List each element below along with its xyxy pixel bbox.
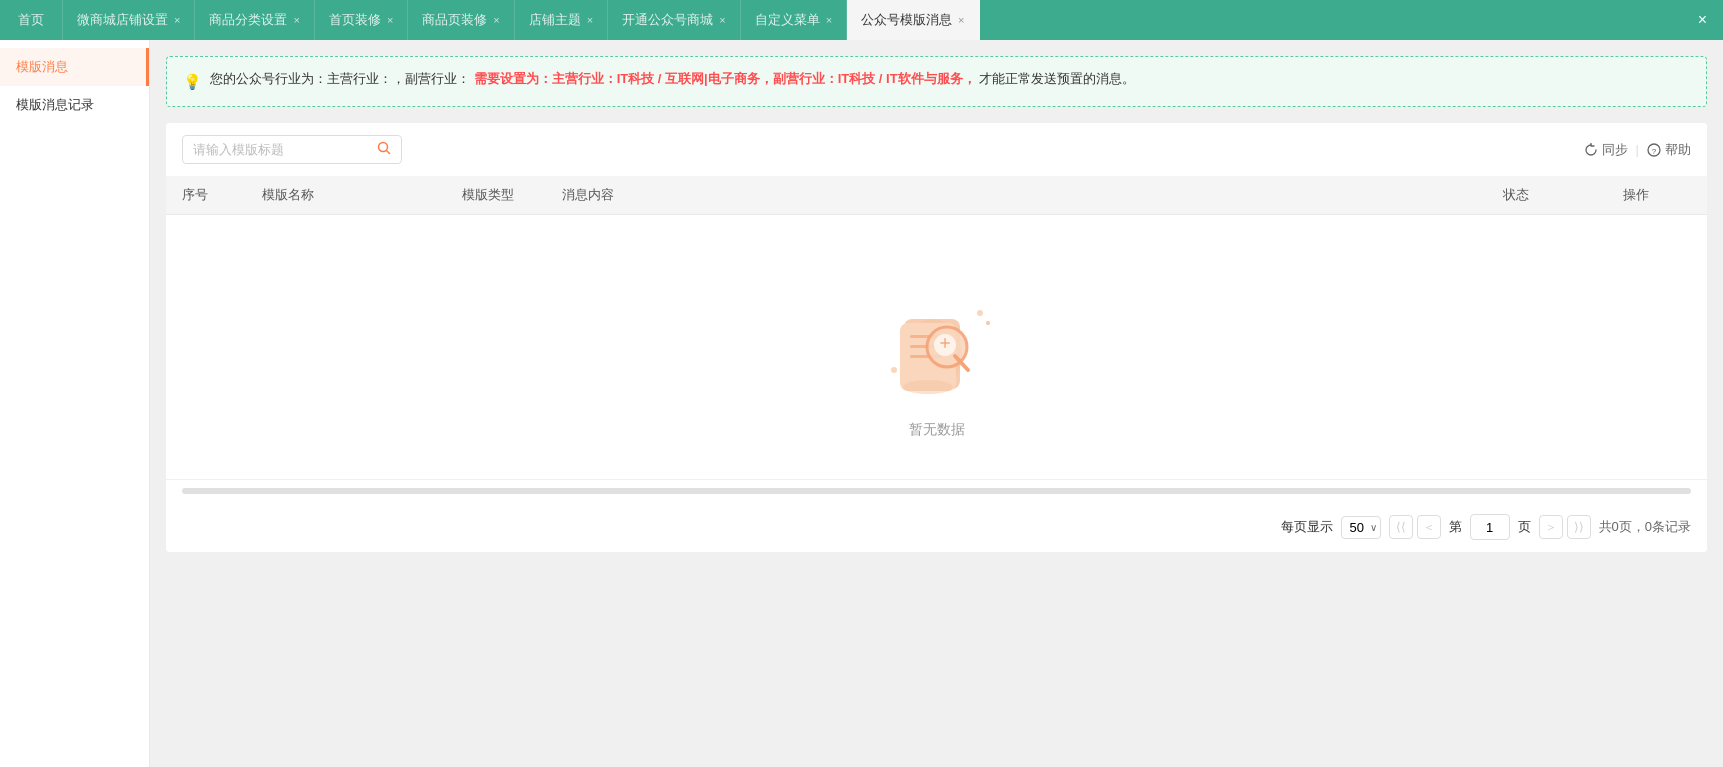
table-container: 同步 | ? 帮助 序号 模版 (166, 123, 1707, 552)
scroll-track[interactable] (182, 488, 1691, 494)
tab-bar: 首页 微商城店铺设置 × 商品分类设置 × 首页装修 × 商品页装修 × 店铺主… (0, 0, 1723, 40)
tab-home-decor[interactable]: 首页装修 × (315, 0, 408, 40)
page-nav: ⟨⟨ ＜ 第 页 ＞ ⟩⟩ (1389, 514, 1591, 540)
main-layout: 模版消息 模版消息记录 💡 您的公众号行业为：主营行业：，副营行业： 需要设置为… (0, 40, 1723, 767)
tab-category-settings[interactable]: 商品分类设置 × (195, 0, 314, 40)
col-name: 模版名称 (246, 176, 446, 215)
lightbulb-icon: 💡 (183, 70, 202, 94)
svg-text:?: ? (1652, 147, 1657, 156)
col-status: 状态 (1487, 176, 1607, 215)
divider: | (1636, 142, 1639, 157)
tab-store-theme[interactable]: 店铺主题 × (515, 0, 608, 40)
notice-highlight: 需要设置为：主营行业：IT科技 / 互联网|电子商务，副营行业：IT科技 / I… (474, 71, 976, 86)
pagination: 每页显示 10 20 50 100 ∨ ⟨⟨ ＜ 第 (166, 502, 1707, 552)
close-icon[interactable]: × (174, 14, 180, 26)
svg-point-18 (891, 367, 897, 373)
help-label: 帮助 (1665, 141, 1691, 159)
close-icon[interactable]: × (958, 14, 964, 26)
tab-template-message[interactable]: 公众号模版消息 × (847, 0, 979, 40)
close-icon[interactable]: × (826, 14, 832, 26)
page-size-label: 每页显示 (1281, 518, 1333, 536)
scroll-bar-area[interactable] (166, 479, 1707, 502)
close-icon[interactable]: × (293, 14, 299, 26)
notice-banner: 💡 您的公众号行业为：主营行业：，副营行业： 需要设置为：主营行业：IT科技 /… (166, 56, 1707, 107)
page-size-select: 每页显示 10 20 50 100 ∨ (1281, 516, 1381, 539)
notice-text: 您的公众号行业为：主营行业：，副营行业： 需要设置为：主营行业：IT科技 / 互… (210, 69, 1135, 90)
search-input-wrapper[interactable] (182, 135, 402, 164)
sync-button[interactable]: 同步 (1584, 141, 1628, 159)
empty-text: 暂无数据 (909, 421, 965, 439)
toolbar-right: 同步 | ? 帮助 (1584, 141, 1691, 159)
next-page-button[interactable]: ＞ (1539, 515, 1563, 539)
last-page-button[interactable]: ⟩⟩ (1567, 515, 1591, 539)
col-type: 模版类型 (446, 176, 546, 215)
page-input[interactable] (1470, 514, 1510, 540)
close-icon[interactable]: × (719, 14, 725, 26)
svg-point-17 (986, 321, 990, 325)
data-table: 序号 模版名称 模版类型 消息内容 状态 操作 (166, 176, 1707, 215)
tab-home[interactable]: 首页 (0, 0, 63, 40)
first-page-button[interactable]: ⟨⟨ (1389, 515, 1413, 539)
page-label: 第 (1449, 518, 1462, 536)
search-bar: 同步 | ? 帮助 (166, 123, 1707, 176)
svg-line-1 (387, 151, 390, 154)
sync-label: 同步 (1602, 141, 1628, 159)
svg-point-15 (903, 380, 953, 394)
help-button[interactable]: ? 帮助 (1647, 141, 1691, 159)
page-unit: 页 (1518, 518, 1531, 536)
empty-illustration (872, 275, 1002, 405)
page-size-dropdown[interactable]: 10 20 50 100 (1341, 516, 1381, 539)
close-icon[interactable]: × (587, 14, 593, 26)
tab-store-settings[interactable]: 微商城店铺设置 × (63, 0, 195, 40)
tab-product-decor[interactable]: 商品页装修 × (408, 0, 514, 40)
col-action: 操作 (1607, 176, 1707, 215)
svg-rect-14 (944, 338, 946, 348)
empty-state: 暂无数据 (166, 215, 1707, 479)
svg-point-16 (977, 310, 983, 316)
content-area: 💡 您的公众号行业为：主营行业：，副营行业： 需要设置为：主营行业：IT科技 /… (150, 40, 1723, 767)
sidebar: 模版消息 模版消息记录 (0, 40, 150, 767)
close-icon[interactable]: × (493, 14, 499, 26)
prev-page-button[interactable]: ＜ (1417, 515, 1441, 539)
sidebar-item-template-message[interactable]: 模版消息 (0, 48, 149, 86)
sidebar-item-template-records[interactable]: 模版消息记录 (0, 86, 149, 124)
close-icon[interactable]: × (387, 14, 393, 26)
page-total-info: 共0页，0条记录 (1599, 518, 1691, 536)
search-input[interactable] (193, 142, 373, 157)
tab-open-mall[interactable]: 开通公众号商城 × (608, 0, 740, 40)
tab-custom-menu[interactable]: 自定义菜单 × (741, 0, 847, 40)
close-all-button[interactable]: × (1682, 11, 1723, 29)
col-index: 序号 (166, 176, 246, 215)
col-content: 消息内容 (546, 176, 1487, 215)
search-button[interactable] (377, 141, 391, 158)
